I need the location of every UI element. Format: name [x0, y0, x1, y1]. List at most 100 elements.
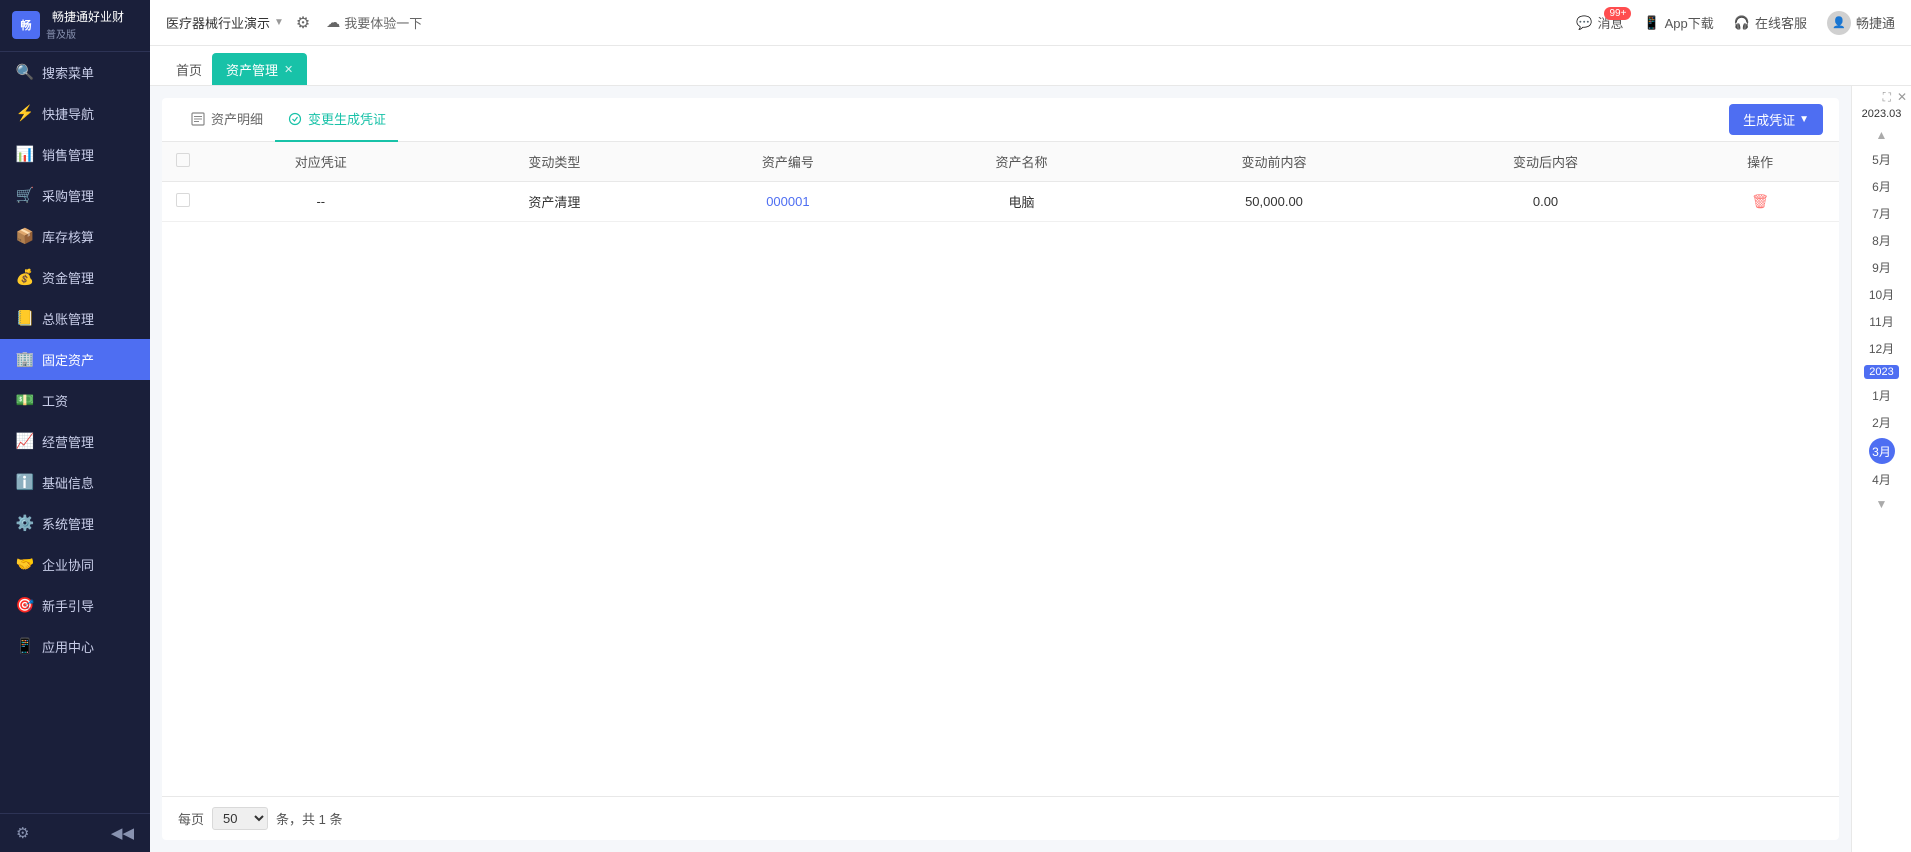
content-area: 资产明细 变更生成凭证 生成凭证 ▼ [150, 86, 1911, 852]
topbar-gear-icon[interactable]: ⚙ [296, 13, 310, 33]
rp-month-2023-3-active[interactable]: 3月 [1869, 438, 1895, 464]
delete-row-icon[interactable]: 🗑 [1751, 193, 1769, 209]
total-label: 条，共 1 条 [276, 809, 342, 828]
tab-bar: 首页 资产管理 ✕ [150, 46, 1911, 86]
tab-asset-management[interactable]: 资产管理 ✕ [212, 53, 307, 85]
rp-year-2023: 2023 [1852, 362, 1911, 382]
sidebar-label-fixed-assets: 固定资产 [42, 350, 94, 369]
company-selector[interactable]: 医疗器械行业演示 ▼ [166, 13, 284, 32]
rp-scroll-up-icon[interactable]: ▲ [1852, 124, 1911, 146]
message-badge: 99+ [1604, 7, 1631, 20]
inventory-icon: 📦 [16, 227, 34, 245]
tab-home[interactable]: 首页 [166, 53, 212, 85]
sidebar-logo: 畅 畅捷通好业财 普及版 [0, 0, 150, 52]
message-action[interactable]: 💬 消息 99+ [1576, 13, 1623, 32]
sidebar-item-quick-nav[interactable]: ⚡ 快捷导航 [0, 93, 150, 134]
row-checkbox[interactable] [176, 193, 190, 207]
rp-month-2023-1[interactable]: 1月 [1852, 382, 1911, 409]
sidebar-item-sales[interactable]: 📊 销售管理 [0, 134, 150, 175]
cell-asset-name: 电脑 [905, 182, 1139, 222]
company-arrow-icon: ▼ [274, 17, 284, 28]
logo-sub: 普及版 [46, 26, 124, 41]
rp-month-12[interactable]: 12月 [1852, 335, 1911, 362]
generate-voucher-button[interactable]: 生成凭证 ▼ [1729, 104, 1823, 135]
sales-icon: 📊 [16, 145, 34, 163]
quick-nav-icon: ⚡ [16, 104, 34, 122]
sidebar-item-system[interactable]: ⚙️ 系统管理 [0, 503, 150, 544]
sidebar-item-enterprise[interactable]: 🤝 企业协同 [0, 544, 150, 585]
sidebar-label-payroll: 工资 [42, 391, 68, 410]
sidebar-item-fund[interactable]: 💰 资金管理 [0, 257, 150, 298]
sidebar-item-payroll[interactable]: 💵 工资 [0, 380, 150, 421]
th-asset-name: 资产名称 [905, 142, 1139, 182]
sidebar-item-purchase[interactable]: 🛒 采购管理 [0, 175, 150, 216]
user-name: 畅捷通 [1856, 13, 1895, 32]
rp-month-10[interactable]: 10月 [1852, 281, 1911, 308]
generate-btn-label: 生成凭证 [1743, 110, 1795, 129]
sidebar-item-app-center[interactable]: 📱 应用中心 [0, 626, 150, 667]
rp-month-6[interactable]: 6月 [1852, 173, 1911, 200]
user-profile[interactable]: 👤 畅捷通 [1827, 11, 1895, 35]
basic-info-icon: ℹ️ [16, 473, 34, 491]
cell-voucher: -- [204, 182, 438, 222]
app-download-icon: 📱 [1643, 15, 1659, 31]
collapse-icon[interactable]: ◀◀ [111, 824, 134, 842]
rp-month-5[interactable]: 5月 [1852, 146, 1911, 173]
fixed-assets-icon: 🏢 [16, 350, 34, 368]
guide-icon: 🎯 [16, 596, 34, 614]
sidebar-item-ledger[interactable]: 📒 总账管理 [0, 298, 150, 339]
th-change-type: 变动类型 [438, 142, 672, 182]
rp-month-2023-4[interactable]: 4月 [1852, 466, 1911, 493]
topbar: 医疗器械行业演示 ▼ ⚙ ☁ 我要体验一下 💬 消息 99+ 📱 App下载 🎧… [150, 0, 1911, 46]
sidebar-item-basic-info[interactable]: ℹ️ 基础信息 [0, 462, 150, 503]
rp-month-9[interactable]: 9月 [1852, 254, 1911, 281]
select-all-checkbox[interactable] [176, 153, 190, 167]
operations-icon: 📈 [16, 432, 34, 450]
sidebar-item-search[interactable]: 🔍 搜索菜单 [0, 52, 150, 93]
cell-before: 50,000.00 [1138, 182, 1410, 222]
customer-service-label: 在线客服 [1755, 13, 1807, 32]
rp-scroll-down-icon[interactable]: ▼ [1852, 493, 1911, 515]
app-download-action[interactable]: 📱 App下载 [1643, 13, 1713, 32]
rp-year-badge[interactable]: 2023 [1864, 365, 1898, 379]
sidebar-label-fund: 资金管理 [42, 268, 94, 287]
purchase-icon: 🛒 [16, 186, 34, 204]
inner-tab2-label: 变更生成凭证 [308, 109, 386, 128]
sidebar-label-basic-info: 基础信息 [42, 473, 94, 492]
right-date-panel: ⛶ ✕ 2023.03 ▲ 5月 6月 7月 8月 9月 10月 11月 12月… [1851, 86, 1911, 852]
sidebar-label-system: 系统管理 [42, 514, 94, 533]
data-table-container: 对应凭证 变动类型 资产编号 资产名称 变动前内容 变动后内容 操作 [162, 142, 1839, 796]
expand-icon[interactable]: ⛶ [1883, 90, 1891, 105]
th-before: 变动前内容 [1138, 142, 1410, 182]
rp-month-8[interactable]: 8月 [1852, 227, 1911, 254]
sidebar-label-purchase: 采购管理 [42, 186, 94, 205]
tab-close-icon[interactable]: ✕ [284, 63, 293, 76]
sidebar-label-ledger: 总账管理 [42, 309, 94, 328]
rp-month-11[interactable]: 11月 [1852, 308, 1911, 335]
sidebar-item-fixed-assets[interactable]: 🏢 固定资产 [0, 339, 150, 380]
system-icon: ⚙️ [16, 514, 34, 532]
sidebar-item-inventory[interactable]: 📦 库存核算 [0, 216, 150, 257]
customer-service-action[interactable]: 🎧 在线客服 [1734, 13, 1807, 32]
close-panel-icon[interactable]: ✕ [1897, 90, 1907, 104]
topbar-right: 💬 消息 99+ 📱 App下载 🎧 在线客服 👤 畅捷通 [1576, 11, 1895, 35]
main-card: 资产明细 变更生成凭证 生成凭证 ▼ [162, 98, 1839, 840]
inner-tabs: 资产明细 变更生成凭证 生成凭证 ▼ [162, 98, 1839, 142]
sidebar-item-guide[interactable]: 🎯 新手引导 [0, 585, 150, 626]
th-action: 操作 [1681, 142, 1839, 182]
payroll-icon: 💵 [16, 391, 34, 409]
th-checkbox [162, 142, 204, 182]
sidebar-item-operations[interactable]: 📈 经营管理 [0, 421, 150, 462]
logo-text: 畅捷通好业财 [52, 10, 124, 26]
per-page-select[interactable]: 10 20 50 100 [212, 807, 268, 830]
rp-month-7[interactable]: 7月 [1852, 200, 1911, 227]
sidebar-label-app-center: 应用中心 [42, 637, 94, 656]
inner-tab-generate-voucher[interactable]: 变更生成凭证 [275, 98, 398, 142]
demo-hint[interactable]: ☁ 我要体验一下 [326, 13, 422, 32]
rp-month-2023-2[interactable]: 2月 [1852, 409, 1911, 436]
sidebar-label-search: 搜索菜单 [42, 63, 94, 82]
settings-icon[interactable]: ⚙ [16, 824, 29, 842]
company-name: 医疗器械行业演示 [166, 13, 270, 32]
th-voucher: 对应凭证 [204, 142, 438, 182]
inner-tab-asset-detail[interactable]: 资产明细 [178, 98, 275, 142]
